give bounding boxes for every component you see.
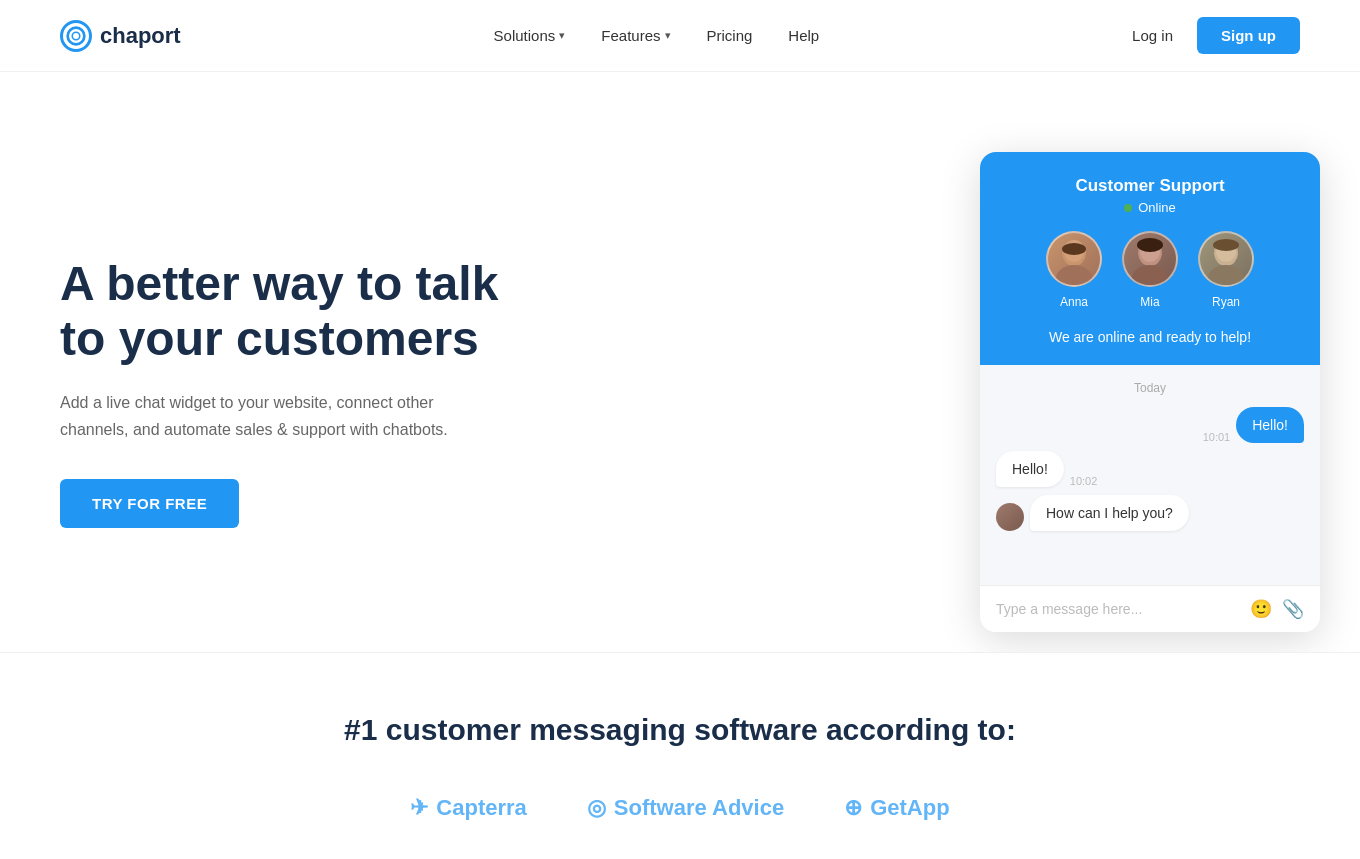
try-free-button[interactable]: TRY FOR FREE — [60, 479, 239, 528]
partner-software-advice: ◎ Software Advice — [587, 795, 784, 821]
chat-widget-mockup: Customer Support Online — [980, 152, 1320, 632]
capterra-icon: ✈ — [410, 795, 428, 821]
brand-name: chaport — [100, 23, 181, 49]
agent-mia: Mia — [1122, 231, 1178, 309]
avatar-agent-mini — [996, 503, 1024, 531]
status-dot-icon — [1124, 204, 1132, 212]
chat-input-placeholder: Type a message here... — [996, 601, 1142, 617]
message-time: 10:01 — [1203, 431, 1231, 443]
svg-point-7 — [1132, 265, 1168, 287]
svg-point-3 — [1056, 265, 1092, 287]
nav-pricing[interactable]: Pricing — [707, 27, 753, 44]
bubble-help: How can I help you? — [1030, 495, 1189, 531]
nav-links: Solutions ▾ Features ▾ Pricing Help — [494, 27, 820, 44]
svg-point-9 — [1137, 238, 1163, 252]
agent-ryan: Ryan — [1198, 231, 1254, 309]
nav-solutions[interactable]: Solutions ▾ — [494, 27, 566, 44]
logo-icon — [60, 20, 92, 52]
chat-body: Today 10:01 Hello! Hello! 10:02 How can … — [980, 365, 1320, 585]
bottom-title: #1 customer messaging software according… — [60, 713, 1300, 747]
chat-input-bar[interactable]: Type a message here... 🙂 📎 — [980, 585, 1320, 632]
getapp-label: GetApp — [870, 795, 949, 821]
message-incoming-simple: Hello! 10:02 — [996, 451, 1304, 487]
emoji-icon[interactable]: 🙂 — [1250, 598, 1272, 620]
hero-subtitle: Add a live chat widget to your website, … — [60, 390, 500, 443]
avatar-ryan — [1198, 231, 1254, 287]
signup-button[interactable]: Sign up — [1197, 17, 1300, 54]
svg-point-1 — [72, 32, 80, 40]
partner-getapp: ⊕ GetApp — [844, 795, 949, 821]
software-advice-icon: ◎ — [587, 795, 606, 821]
capterra-label: Capterra — [436, 795, 526, 821]
partner-capterra: ✈ Capterra — [410, 795, 526, 821]
svg-point-5 — [1062, 243, 1086, 255]
navbar: chaport Solutions ▾ Features ▾ Pricing H… — [0, 0, 1360, 72]
chat-header: Customer Support Online — [980, 152, 1320, 329]
login-link[interactable]: Log in — [1132, 27, 1173, 44]
partner-logos: ✈ Capterra ◎ Software Advice ⊕ GetApp — [60, 795, 1300, 821]
chat-date: Today — [996, 381, 1304, 395]
hero-content: A better way to talk to your customers A… — [60, 256, 540, 528]
svg-point-11 — [1208, 265, 1244, 287]
chevron-down-icon: ▾ — [665, 29, 671, 42]
chat-header-title: Customer Support — [1000, 176, 1300, 196]
avatar-mia — [1122, 231, 1178, 287]
chat-widget: Customer Support Online — [980, 152, 1320, 632]
avatar-anna — [1046, 231, 1102, 287]
agent-mia-name: Mia — [1140, 295, 1159, 309]
status-text: Online — [1138, 200, 1176, 215]
agent-ryan-name: Ryan — [1212, 295, 1240, 309]
getapp-icon: ⊕ — [844, 795, 862, 821]
bottom-section: #1 customer messaging software according… — [0, 652, 1360, 859]
message-time-2: 10:02 — [1070, 475, 1098, 487]
agents-list: Anna Mia — [1000, 231, 1300, 309]
agent-anna-name: Anna — [1060, 295, 1088, 309]
message-incoming-agent: How can I help you? — [996, 495, 1304, 531]
bubble-hello: Hello! — [996, 451, 1064, 487]
logo-link[interactable]: chaport — [60, 20, 181, 52]
nav-actions: Log in Sign up — [1132, 17, 1300, 54]
chat-status: Online — [1000, 200, 1300, 215]
chat-input-icons: 🙂 📎 — [1250, 598, 1304, 620]
nav-help[interactable]: Help — [788, 27, 819, 44]
chat-ready-message: We are online and ready to help! — [980, 329, 1320, 365]
bubble-outgoing: Hello! — [1236, 407, 1304, 443]
hero-title: A better way to talk to your customers — [60, 256, 540, 366]
software-advice-label: Software Advice — [614, 795, 784, 821]
chevron-down-icon: ▾ — [559, 29, 565, 42]
agent-anna: Anna — [1046, 231, 1102, 309]
svg-point-13 — [1213, 239, 1239, 251]
hero-section: A better way to talk to your customers A… — [0, 72, 1360, 652]
message-outgoing: 10:01 Hello! — [996, 407, 1304, 443]
svg-point-0 — [67, 27, 85, 45]
nav-features[interactable]: Features ▾ — [601, 27, 670, 44]
attachment-icon[interactable]: 📎 — [1282, 598, 1304, 620]
